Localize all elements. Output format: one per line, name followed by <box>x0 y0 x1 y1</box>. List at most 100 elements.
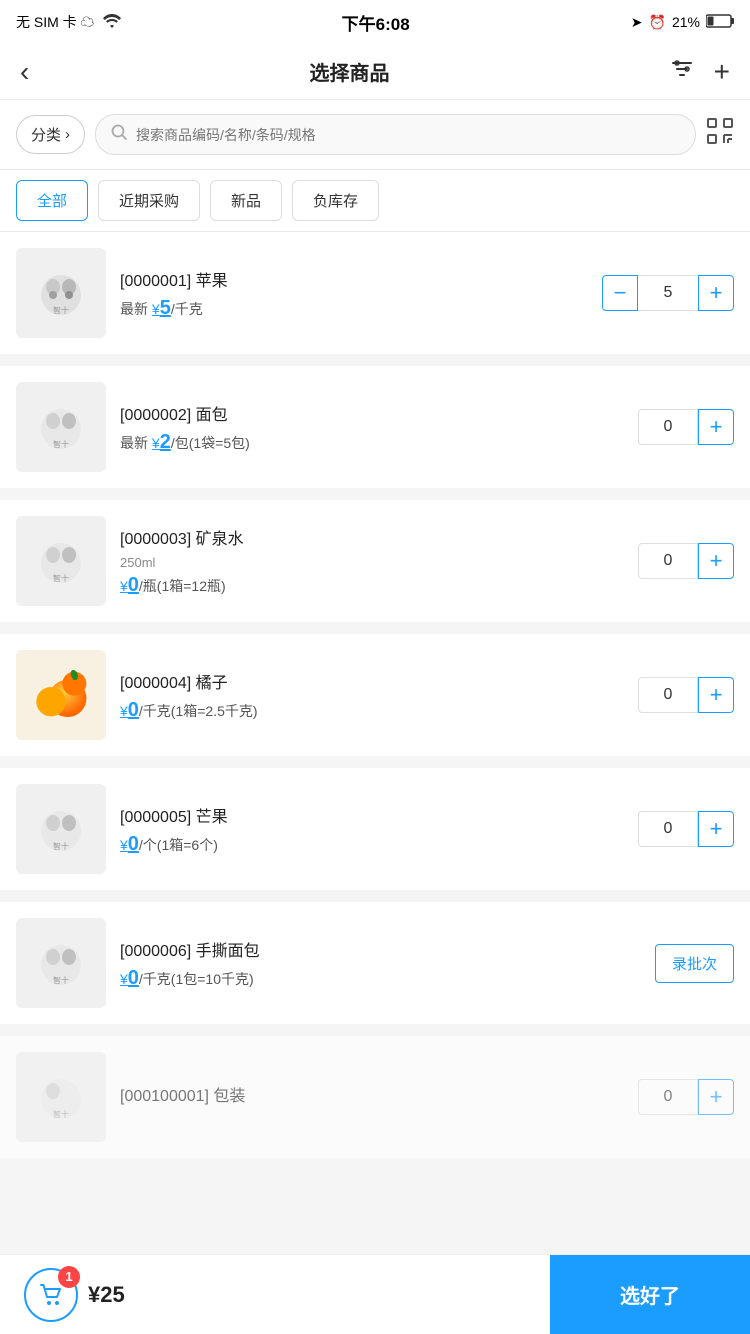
product-info-0000001: [0000001] 苹果 最新 ¥5/千克 <box>120 267 588 320</box>
status-carrier: 无 SIM 卡 ☁ <box>16 12 95 32</box>
battery-percent: 21% <box>672 14 700 30</box>
qty-input-0000001[interactable] <box>638 275 698 311</box>
product-name-000100001: [000100001] 包装 <box>120 1082 624 1106</box>
product-name-0000005: [0000005] 芒果 <box>120 803 624 827</box>
qty-plus-0000002[interactable]: + <box>698 409 734 445</box>
location-icon: ➤ <box>631 14 643 31</box>
qty-plus-0000003[interactable]: + <box>698 543 734 579</box>
product-price-0000002: 最新 ¥2/包(1袋=5包) <box>120 431 624 454</box>
confirm-button[interactable]: 选好了 <box>550 1255 750 1334</box>
nav-right: + <box>670 56 730 88</box>
category-button[interactable]: 分类 › <box>16 115 85 154</box>
category-label: 分类 <box>31 124 61 145</box>
qty-input-0000003[interactable] <box>638 543 698 579</box>
product-price-0000003: ¥0/瓶(1箱=12瓶) <box>120 574 624 597</box>
table-row: 智十 [0000006] 手撕面包 ¥0/千克(1包=10千克) 录批次 <box>0 902 750 1024</box>
table-row: 智十 [0000003] 矿泉水 250ml ¥0/瓶(1箱=12瓶) + <box>0 500 750 622</box>
cart-area: 1 ¥25 <box>0 1268 550 1322</box>
product-image-0000002: 智十 <box>16 382 106 472</box>
product-info-000100001: [000100001] 包装 <box>120 1082 624 1112</box>
qty-control-0000001: − + <box>602 275 734 311</box>
price-value-0000001: 5 <box>160 297 171 319</box>
cart-badge: 1 <box>58 1266 80 1288</box>
table-row: [0000004] 橘子 ¥0/千克(1箱=2.5千克) + <box>0 634 750 756</box>
qty-minus-0000001[interactable]: − <box>602 275 638 311</box>
battery-icon <box>706 14 734 31</box>
product-image-0000006: 智十 <box>16 918 106 1008</box>
bottom-bar: 1 ¥25 选好了 <box>0 1254 750 1334</box>
product-name-0000006: [0000006] 手撕面包 <box>120 937 641 961</box>
qty-control-0000005: + <box>638 811 734 847</box>
product-info-0000006: [0000006] 手撕面包 ¥0/千克(1包=10千克) <box>120 937 641 990</box>
qty-plus-0000001[interactable]: + <box>698 275 734 311</box>
product-name-0000004: [0000004] 橘子 <box>120 669 624 693</box>
product-price-0000006: ¥0/千克(1包=10千克) <box>120 967 641 990</box>
search-icon <box>110 123 128 146</box>
price-value-0000006: 0 <box>128 967 139 989</box>
filter-icon[interactable] <box>670 57 694 87</box>
svg-text:智十: 智十 <box>53 439 69 449</box>
back-button[interactable]: ‹ <box>20 56 29 88</box>
svg-text:智十: 智十 <box>53 1109 69 1119</box>
price-label-0000001: 最新 <box>120 301 148 317</box>
product-info-0000003: [0000003] 矿泉水 250ml ¥0/瓶(1箱=12瓶) <box>120 525 624 597</box>
svg-text:智十: 智十 <box>53 573 69 583</box>
qty-input-0000002[interactable] <box>638 409 698 445</box>
price-unit-0000004: /千克(1箱=2.5千克) <box>139 703 258 719</box>
price-value-0000002: 2 <box>160 431 171 453</box>
product-price-0000005: ¥0/个(1箱=6个) <box>120 833 624 856</box>
qty-control-0000003: + <box>638 543 734 579</box>
qty-control-000100001: + <box>638 1079 734 1115</box>
tab-new[interactable]: 新品 <box>210 180 282 221</box>
qty-input-000100001[interactable] <box>638 1079 698 1115</box>
qty-plus-0000005[interactable]: + <box>698 811 734 847</box>
table-row: 智十 [0000002] 面包 最新 ¥2/包(1袋=5包) + <box>0 366 750 488</box>
cart-icon-button[interactable]: 1 <box>24 1268 78 1322</box>
price-unit-0000002: /包(1袋=5包) <box>171 435 250 451</box>
product-image-0000001: 智十 <box>16 248 106 338</box>
qty-plus-000100001[interactable]: + <box>698 1079 734 1115</box>
product-name-0000002: [0000002] 面包 <box>120 401 624 425</box>
tab-all[interactable]: 全部 <box>16 180 88 221</box>
price-yen-0000004: ¥ <box>120 703 128 719</box>
status-time: 下午6:08 <box>342 10 410 35</box>
table-row: 智十 [000100001] 包装 + <box>0 1036 750 1158</box>
search-input[interactable] <box>136 127 681 143</box>
price-yen-0000006: ¥ <box>120 971 128 987</box>
qty-control-0000004: + <box>638 677 734 713</box>
price-unit-0000006: /千克(1包=10千克) <box>139 971 254 987</box>
product-price-0000004: ¥0/千克(1箱=2.5千克) <box>120 699 624 722</box>
qty-plus-0000004[interactable]: + <box>698 677 734 713</box>
product-info-0000002: [0000002] 面包 最新 ¥2/包(1袋=5包) <box>120 401 624 454</box>
price-yen-0000001: ¥ <box>152 301 160 317</box>
price-yen-0000005: ¥ <box>120 837 128 853</box>
svg-text:智十: 智十 <box>53 305 69 315</box>
status-left: 无 SIM 卡 ☁ <box>16 12 121 32</box>
product-list: 智十 [0000001] 苹果 最新 ¥5/千克 − + 智十 [0000002… <box>0 232 750 1250</box>
qty-input-0000004[interactable] <box>638 677 698 713</box>
cart-total: ¥25 <box>88 1282 125 1308</box>
scan-icon[interactable] <box>706 117 734 152</box>
qty-input-0000005[interactable] <box>638 811 698 847</box>
batch-button-0000006[interactable]: 录批次 <box>655 944 734 983</box>
price-unit-0000005: /个(1箱=6个) <box>139 837 218 853</box>
alarm-icon: ⏰ <box>649 14 666 31</box>
nav-bar: ‹ 选择商品 + <box>0 44 750 100</box>
product-image-000100001: 智十 <box>16 1052 106 1142</box>
tab-negative[interactable]: 负库存 <box>292 180 379 221</box>
price-label-0000002: 最新 <box>120 435 148 451</box>
nav-left: ‹ <box>20 56 29 88</box>
status-right: ➤ ⏰ 21% <box>631 14 734 31</box>
add-button[interactable]: + <box>714 56 730 88</box>
price-value-0000005: 0 <box>128 833 139 855</box>
price-value-0000004: 0 <box>128 699 139 721</box>
svg-text:智十: 智十 <box>53 841 69 851</box>
category-arrow-icon: › <box>65 126 70 143</box>
table-row: 智十 [0000005] 芒果 ¥0/个(1箱=6个) + <box>0 768 750 890</box>
wifi-icon <box>103 14 121 31</box>
table-row: 智十 [0000001] 苹果 最新 ¥5/千克 − + <box>0 232 750 354</box>
tab-recent[interactable]: 近期采购 <box>98 180 200 221</box>
product-image-0000003: 智十 <box>16 516 106 606</box>
price-yen-0000002: ¥ <box>152 435 160 451</box>
page-title: 选择商品 <box>309 57 389 86</box>
